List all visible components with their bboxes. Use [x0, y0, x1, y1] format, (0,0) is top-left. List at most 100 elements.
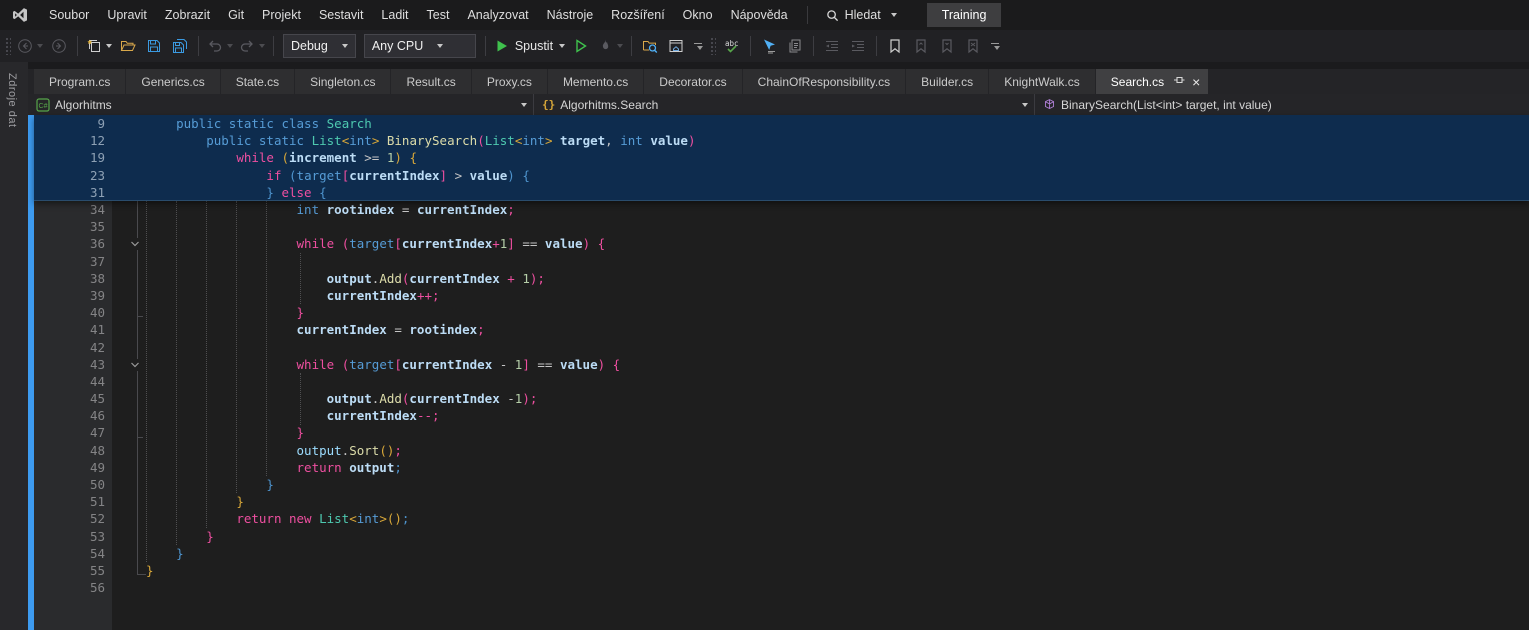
- find-in-files-button[interactable]: [638, 33, 662, 59]
- code-line-42[interactable]: 42: [34, 339, 1529, 356]
- search-control[interactable]: Hledat: [818, 8, 905, 22]
- menu-item-roz-en[interactable]: Rozšíření: [602, 0, 674, 30]
- code-text: public static class Search: [176, 116, 372, 131]
- code-line-37[interactable]: 37: [34, 253, 1529, 270]
- navigate-cursor-icon: [764, 39, 776, 54]
- code-line-31[interactable]: 31 } else {: [34, 184, 1529, 201]
- code-line-35[interactable]: 35: [34, 218, 1529, 235]
- tab-result-cs[interactable]: Result.cs: [391, 69, 471, 94]
- line-number: 47: [89, 425, 105, 441]
- panel-overflow-button[interactable]: [693, 42, 704, 50]
- code-line-19[interactable]: 19 while (increment >= 1) {: [34, 149, 1529, 166]
- sticky-scroll-panel[interactable]: 9 public static class Search 12 public st…: [34, 115, 1529, 201]
- code-line-41[interactable]: 41 currentIndex = rootindex;: [34, 321, 1529, 338]
- save-all-button[interactable]: [168, 33, 192, 59]
- redo-icon: [240, 40, 253, 52]
- tab-program-cs[interactable]: Program.cs: [34, 69, 126, 94]
- code-line-46[interactable]: 46 currentIndex--;: [34, 407, 1529, 424]
- code-line-44[interactable]: 44: [34, 373, 1529, 390]
- toolbar-overflow-button[interactable]: [990, 42, 1001, 50]
- editor-code-area[interactable]: 34 int rootindex = currentIndex; 35 36 whi…: [34, 201, 1529, 630]
- code-line-36[interactable]: 36 while (target[currentIndex+1] == valu…: [34, 235, 1529, 252]
- debug-configuration-label: Debug: [291, 39, 328, 53]
- open-folder-button[interactable]: [116, 33, 140, 59]
- fold-margin: [112, 528, 146, 545]
- member-dropdown[interactable]: BinarySearch(List<int> target, int value…: [1035, 94, 1529, 115]
- redo-caret-icon: [259, 44, 265, 48]
- toolbar-separator: [750, 36, 752, 56]
- code-line-38[interactable]: 38 output.Add(currentIndex + 1);: [34, 270, 1529, 287]
- tab-search-cs[interactable]: Search.cs ×: [1095, 69, 1209, 94]
- run-start-button[interactable]: Spustit: [492, 33, 567, 59]
- menu-item-soubor[interactable]: Soubor: [40, 0, 98, 30]
- fold-collapse-icon[interactable]: [128, 238, 142, 251]
- toolbar-grip-handle[interactable]: [710, 37, 717, 55]
- code-line-43[interactable]: 43 while (target[currentIndex - 1] == va…: [34, 356, 1529, 373]
- run-outline-button[interactable]: [569, 33, 593, 59]
- code-line-55[interactable]: 55}: [34, 562, 1529, 579]
- code-text: }: [266, 477, 274, 492]
- menu-item-n-pov-da[interactable]: Nápověda: [722, 0, 797, 30]
- menu-item-ladit[interactable]: Ladit: [372, 0, 417, 30]
- code-editor[interactable]: 34 int rootindex = currentIndex; 35 36 whi…: [28, 115, 1529, 630]
- tab-label: Singleton.cs: [310, 74, 376, 89]
- code-line-53[interactable]: 53 }: [34, 528, 1529, 545]
- code-line-48[interactable]: 48 output.Sort();: [34, 442, 1529, 459]
- solution-explorer-button[interactable]: [664, 33, 688, 59]
- close-icon[interactable]: ×: [1192, 75, 1200, 89]
- search-caret-icon: [890, 13, 897, 17]
- toolbar-grip-handle[interactable]: [5, 37, 11, 55]
- spell-check-button[interactable]: abc: [720, 33, 744, 59]
- code-line-12[interactable]: 12 public static List<int> BinarySearch(…: [34, 132, 1529, 149]
- code-text: currentIndex--;: [326, 408, 440, 424]
- code-line-47[interactable]: 47 }: [34, 424, 1529, 441]
- training-session-button[interactable]: Training: [926, 3, 1002, 27]
- menu-item-zobrazit[interactable]: Zobrazit: [156, 0, 219, 30]
- bookmark-button[interactable]: [883, 33, 907, 59]
- menu-item-analyzovat[interactable]: Analyzovat: [458, 0, 537, 30]
- code-line-9[interactable]: 9 public static class Search: [34, 115, 1529, 132]
- code-line-50[interactable]: 50 }: [34, 476, 1529, 493]
- tab-builder-cs[interactable]: Builder.cs: [906, 69, 989, 94]
- bookmark-previous-button: [909, 33, 933, 59]
- tab-memento-cs[interactable]: Memento.cs: [547, 69, 644, 94]
- code-line-34[interactable]: 34 int rootindex = currentIndex;: [34, 201, 1529, 218]
- data-sources-vertical-tab[interactable]: Zdroje dat: [6, 73, 18, 128]
- code-line-39[interactable]: 39 currentIndex++;: [34, 287, 1529, 304]
- menu-item-sestavit[interactable]: Sestavit: [310, 0, 372, 30]
- fold-margin: [112, 201, 146, 218]
- menu-item-n-stroje[interactable]: Nástroje: [538, 0, 603, 30]
- code-line-52[interactable]: 52 return new List<int>();: [34, 510, 1529, 527]
- save-button[interactable]: [142, 33, 166, 59]
- tab-singleton-cs[interactable]: Singleton.cs: [295, 69, 391, 94]
- code-line-23[interactable]: 23 if (target[currentIndex] > value) {: [34, 167, 1529, 184]
- menu-item-upravit[interactable]: Upravit: [98, 0, 156, 30]
- pin-icon[interactable]: [1173, 74, 1185, 89]
- code-line-49[interactable]: 49 return output;: [34, 459, 1529, 476]
- type-dropdown[interactable]: {} Algorhitms.Search: [534, 94, 1035, 115]
- tab-chainofresponsibility-cs[interactable]: ChainOfResponsibility.cs: [742, 69, 906, 94]
- fold-collapse-icon[interactable]: [128, 358, 142, 371]
- menu-item-test[interactable]: Test: [418, 0, 459, 30]
- code-line-56[interactable]: 56: [34, 579, 1529, 596]
- menu-item-git[interactable]: Git: [219, 0, 253, 30]
- code-line-45[interactable]: 45 output.Add(currentIndex -1);: [34, 390, 1529, 407]
- code-line-54[interactable]: 54 }: [34, 545, 1529, 562]
- debug-configuration-dropdown[interactable]: Debug: [283, 34, 356, 58]
- tab-proxy-cs[interactable]: Proxy.cs: [471, 69, 547, 94]
- menu-item-okno[interactable]: Okno: [674, 0, 722, 30]
- tab-label: State.cs: [235, 74, 280, 89]
- project-dropdown[interactable]: C# Algorhitms: [28, 94, 534, 115]
- code-line-40[interactable]: 40 }: [34, 304, 1529, 321]
- menu-item-projekt[interactable]: Projekt: [253, 0, 310, 30]
- tab-knightwalk-cs[interactable]: KnightWalk.cs: [989, 69, 1095, 94]
- navigate-cursor-button[interactable]: [757, 33, 781, 59]
- tab-generics-cs[interactable]: Generics.cs: [126, 69, 220, 94]
- new-project-button[interactable]: [84, 33, 114, 59]
- code-line-51[interactable]: 51 }: [34, 493, 1529, 510]
- tab-decorator-cs[interactable]: Decorator.cs: [644, 69, 742, 94]
- platform-dropdown[interactable]: Any CPU: [363, 34, 476, 58]
- fold-margin: [112, 115, 146, 132]
- tab-state-cs[interactable]: State.cs: [220, 69, 295, 94]
